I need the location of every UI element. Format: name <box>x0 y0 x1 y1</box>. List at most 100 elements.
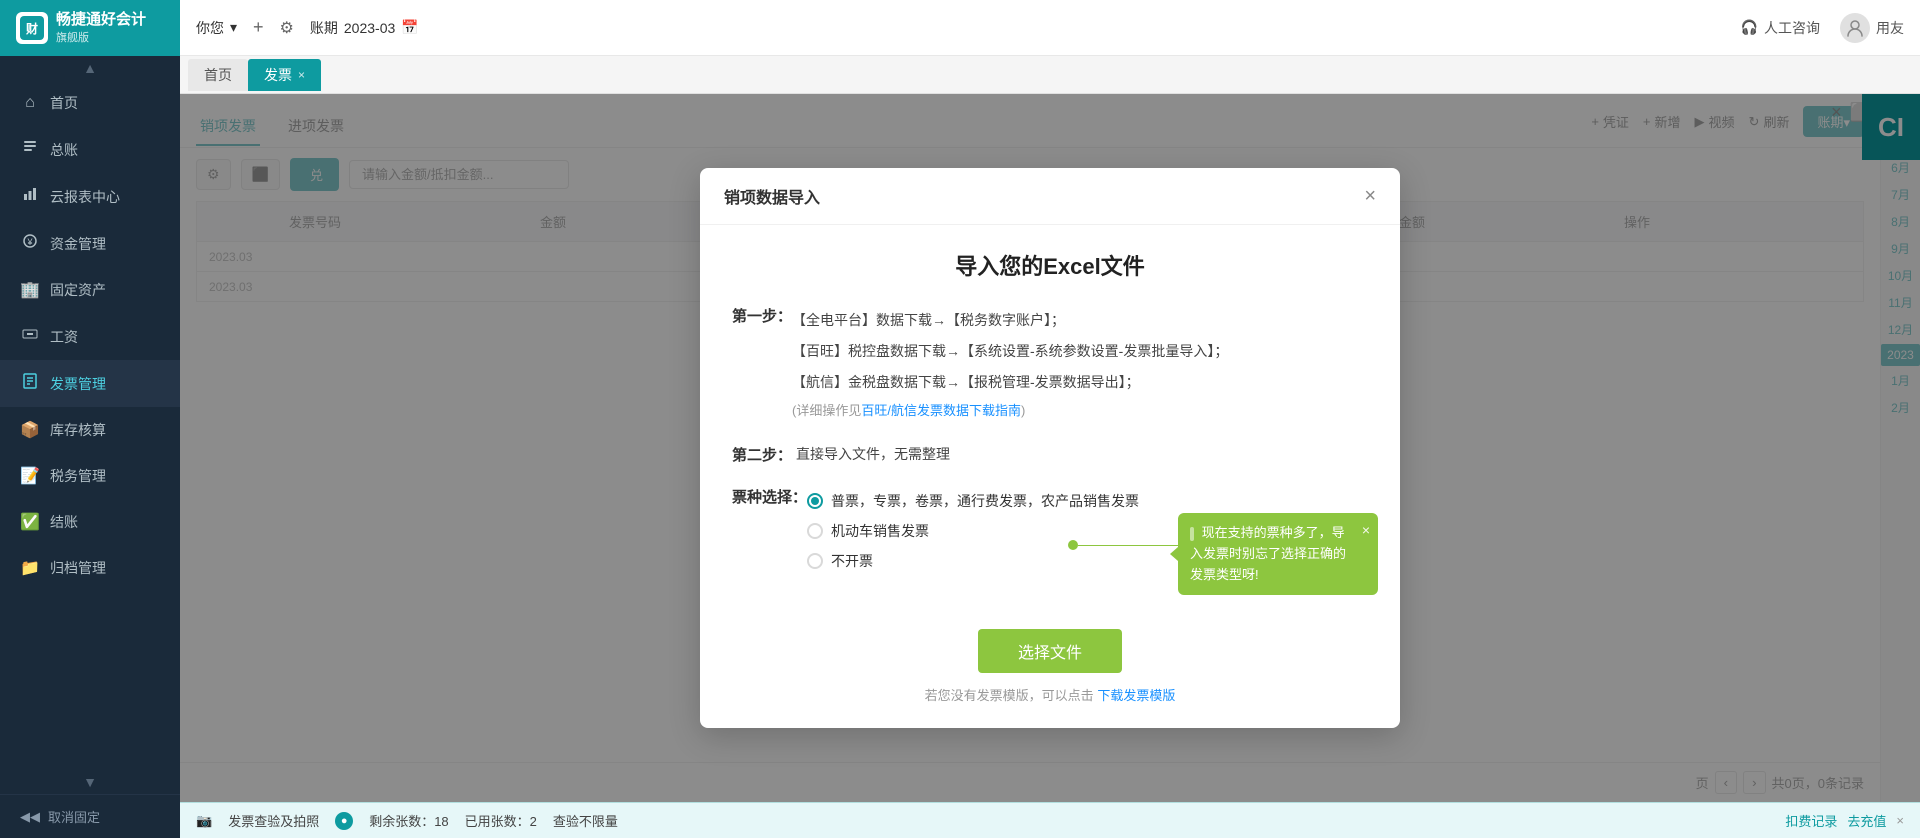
main-area: 你您 ▾ + ⚙ 账期 2023-03 📅 🎧 人工咨询 用友 <box>180 0 1920 838</box>
consult-button[interactable]: 🎧 人工咨询 <box>1741 18 1820 38</box>
step1-line3: 【航信】金税盘数据下载→【报税管理-发票数据导出】； <box>792 367 1228 398</box>
modal-footer: 选择文件 若您没有发票模版，可以点击 下载发票模版 <box>700 613 1400 728</box>
radio-motor-label: 机动车销售发票 <box>831 521 929 541</box>
sidebar-scroll-down[interactable]: ▼ <box>0 770 180 794</box>
step2-section: 第二步： 直接导入文件，无需整理 <box>732 444 1368 465</box>
sidebar-item-checkout[interactable]: ✅ 结账 <box>0 499 180 545</box>
sidebar-item-archive[interactable]: 📁 归档管理 <box>0 545 180 591</box>
radio-no-ticket-circle <box>807 553 823 569</box>
modal-close-button[interactable]: × <box>1364 185 1376 208</box>
step1-section: 第一步： 【全电平台】数据下载→【税务数字账户】； 【百旺】税控盘数据下载→【系… <box>732 305 1368 426</box>
svg-text:财: 财 <box>25 21 38 36</box>
step1-content: 【全电平台】数据下载→【税务数字账户】； 【百旺】税控盘数据下载→【系统设置-系… <box>792 305 1228 426</box>
reports-icon <box>20 186 40 207</box>
radio-motor[interactable]: 机动车销售发票 <box>807 521 1139 541</box>
sidebar-item-reports[interactable]: 云报表中心 <box>0 173 180 220</box>
tab-home-label: 首页 <box>204 65 232 85</box>
settings-button[interactable]: ⚙ <box>280 18 294 38</box>
hint-text: 若您没有发票模版，可以点击 <box>925 688 1094 703</box>
sidebar-wages-label: 工资 <box>50 327 78 347</box>
radio-normal-label: 普票，专票，卷票，通行费发票，农产品销售发票 <box>831 491 1139 511</box>
app-logo[interactable]: 财 畅捷通好会计 旗舰版 <box>0 0 180 56</box>
home-icon: ⌂ <box>20 94 40 112</box>
collapse-label: 取消固定 <box>48 807 100 826</box>
sidebar-ledger-label: 总账 <box>50 140 78 160</box>
sidebar-collapse-btn[interactable]: ◀◀ 取消固定 <box>0 794 180 838</box>
tooltip-line <box>1078 545 1178 546</box>
select-file-button[interactable]: 选择文件 <box>978 629 1122 673</box>
user-menu[interactable]: 用友 <box>1840 13 1904 43</box>
collapse-icon: ◀◀ <box>20 809 40 825</box>
step2-content: 直接导入文件，无需整理 <box>792 444 950 464</box>
topbar-right: 🎧 人工咨询 用友 <box>1741 13 1904 43</box>
radio-no-ticket[interactable]: 不开票 <box>807 551 1139 571</box>
remaining-label: 剩余张数：18 <box>369 811 448 830</box>
modal-overlay: 销项数据导入 × 导入您的Excel文件 第一步： 【全电平台】数据下载→【税务… <box>180 94 1920 802</box>
funds-icon: ¥ <box>20 233 40 254</box>
sidebar-funds-label: 资金管理 <box>50 234 106 254</box>
topbar: 你您 ▾ + ⚙ 账期 2023-03 📅 🎧 人工咨询 用友 <box>180 0 1920 56</box>
wages-icon <box>20 326 40 347</box>
sidebar-checkout-label: 结账 <box>50 512 78 532</box>
bottom-bar-right: 扣费记录 去充值 × <box>1785 811 1904 830</box>
avatar <box>1840 13 1870 43</box>
ticket-section: 票种选择： 普票，专票，卷票，通行费发票，农产品销售发票 机动车销售发票 <box>732 483 1368 571</box>
sidebar-item-assets[interactable]: 🏢 固定资产 <box>0 267 180 313</box>
modal-hint: 若您没有发票模版，可以点击 下载发票模版 <box>925 685 1176 704</box>
account-selector[interactable]: 你您 ▾ <box>196 18 237 38</box>
sidebar-scroll-up[interactable]: ▲ <box>0 56 180 80</box>
logo-text: 畅捷通好会计 旗舰版 <box>56 11 146 45</box>
sidebar-item-tax[interactable]: 📝 税务管理 <box>0 453 180 499</box>
sidebar-item-home[interactable]: ⌂ 首页 <box>0 80 180 126</box>
step1-link[interactable]: 百旺/航信发票数据下载指南 <box>861 403 1021 418</box>
step1-line2: 【百旺】税控盘数据下载→【系统设置-系统参数设置-发票批量导入】； <box>792 336 1228 367</box>
tooltip-arrow <box>1170 547 1178 561</box>
headset-icon: 🎧 <box>1741 19 1758 36</box>
sidebar-item-wages[interactable]: 工资 <box>0 313 180 360</box>
tooltip-dot <box>1068 540 1078 550</box>
tooltip-close-button[interactable]: × <box>1362 519 1370 541</box>
inventory-icon: 📦 <box>20 420 40 440</box>
assets-icon: 🏢 <box>20 280 40 300</box>
check-badge: ● <box>335 812 353 830</box>
tab-invoice[interactable]: 发票 × <box>248 59 321 91</box>
checkout-icon: ✅ <box>20 512 40 532</box>
step2-label: 第二步： <box>732 444 792 465</box>
recharge-btn[interactable]: 去充值 <box>1847 811 1886 830</box>
tab-close-icon[interactable]: × <box>298 68 305 82</box>
check-unlimited-label: 查验不限量 <box>553 811 618 830</box>
sidebar-item-inventory[interactable]: 📦 库存核算 <box>0 407 180 453</box>
sidebar-item-label: 首页 <box>50 93 78 113</box>
sidebar-inventory-label: 库存核算 <box>50 420 106 440</box>
consult-label: 人工咨询 <box>1764 18 1820 38</box>
calendar-icon[interactable]: 📅 <box>401 19 418 36</box>
ticket-label: 票种选择： <box>732 483 807 513</box>
recharge-record-link[interactable]: 扣费记录 <box>1785 811 1837 830</box>
radio-motor-circle <box>807 523 823 539</box>
user-label: 用友 <box>1876 18 1904 38</box>
sidebar-invoice-label: 发票管理 <box>50 374 106 394</box>
modal-body: 导入您的Excel文件 第一步： 【全电平台】数据下载→【税务数字账户】； 【百… <box>700 225 1400 613</box>
modal-import-title: 导入您的Excel文件 <box>732 249 1368 281</box>
period-display: 账期 2023-03 📅 <box>310 18 419 38</box>
invoice-icon <box>20 373 40 394</box>
radio-group: 普票，专票，卷票，通行费发票，农产品销售发票 机动车销售发票 不开票 <box>807 491 1139 571</box>
sidebar-item-ledger[interactable]: 总账 <box>0 126 180 173</box>
tab-home[interactable]: 首页 <box>188 59 248 91</box>
period-value: 2023-03 <box>344 20 395 36</box>
radio-normal-circle <box>807 493 823 509</box>
period-label: 账期 <box>310 18 338 38</box>
radio-normal[interactable]: 普票，专票，卷票，通行费发票，农产品销售发票 <box>807 491 1139 511</box>
sidebar-item-funds[interactable]: ¥ 资金管理 <box>0 220 180 267</box>
sidebar: 财 畅捷通好会计 旗舰版 ▲ ⌂ 首页 总账 <box>0 0 180 838</box>
bottom-bar-close[interactable]: × <box>1896 813 1904 828</box>
download-template-link[interactable]: 下载发票模版 <box>1097 688 1175 703</box>
modal-title: 销项数据导入 <box>724 184 820 208</box>
add-button[interactable]: + <box>253 17 264 38</box>
logo-icon: 财 <box>16 12 48 44</box>
sidebar-item-invoice[interactable]: 发票管理 <box>0 360 180 407</box>
tooltip-text: 现在支持的票种多了，导入发票时别忘了选择正确的发票类型呀! <box>1190 525 1346 582</box>
tooltip-bar <box>1190 527 1194 541</box>
tab-invoice-label: 发票 <box>264 65 292 85</box>
step1-line1: 【全电平台】数据下载→【税务数字账户】； <box>792 305 1228 336</box>
